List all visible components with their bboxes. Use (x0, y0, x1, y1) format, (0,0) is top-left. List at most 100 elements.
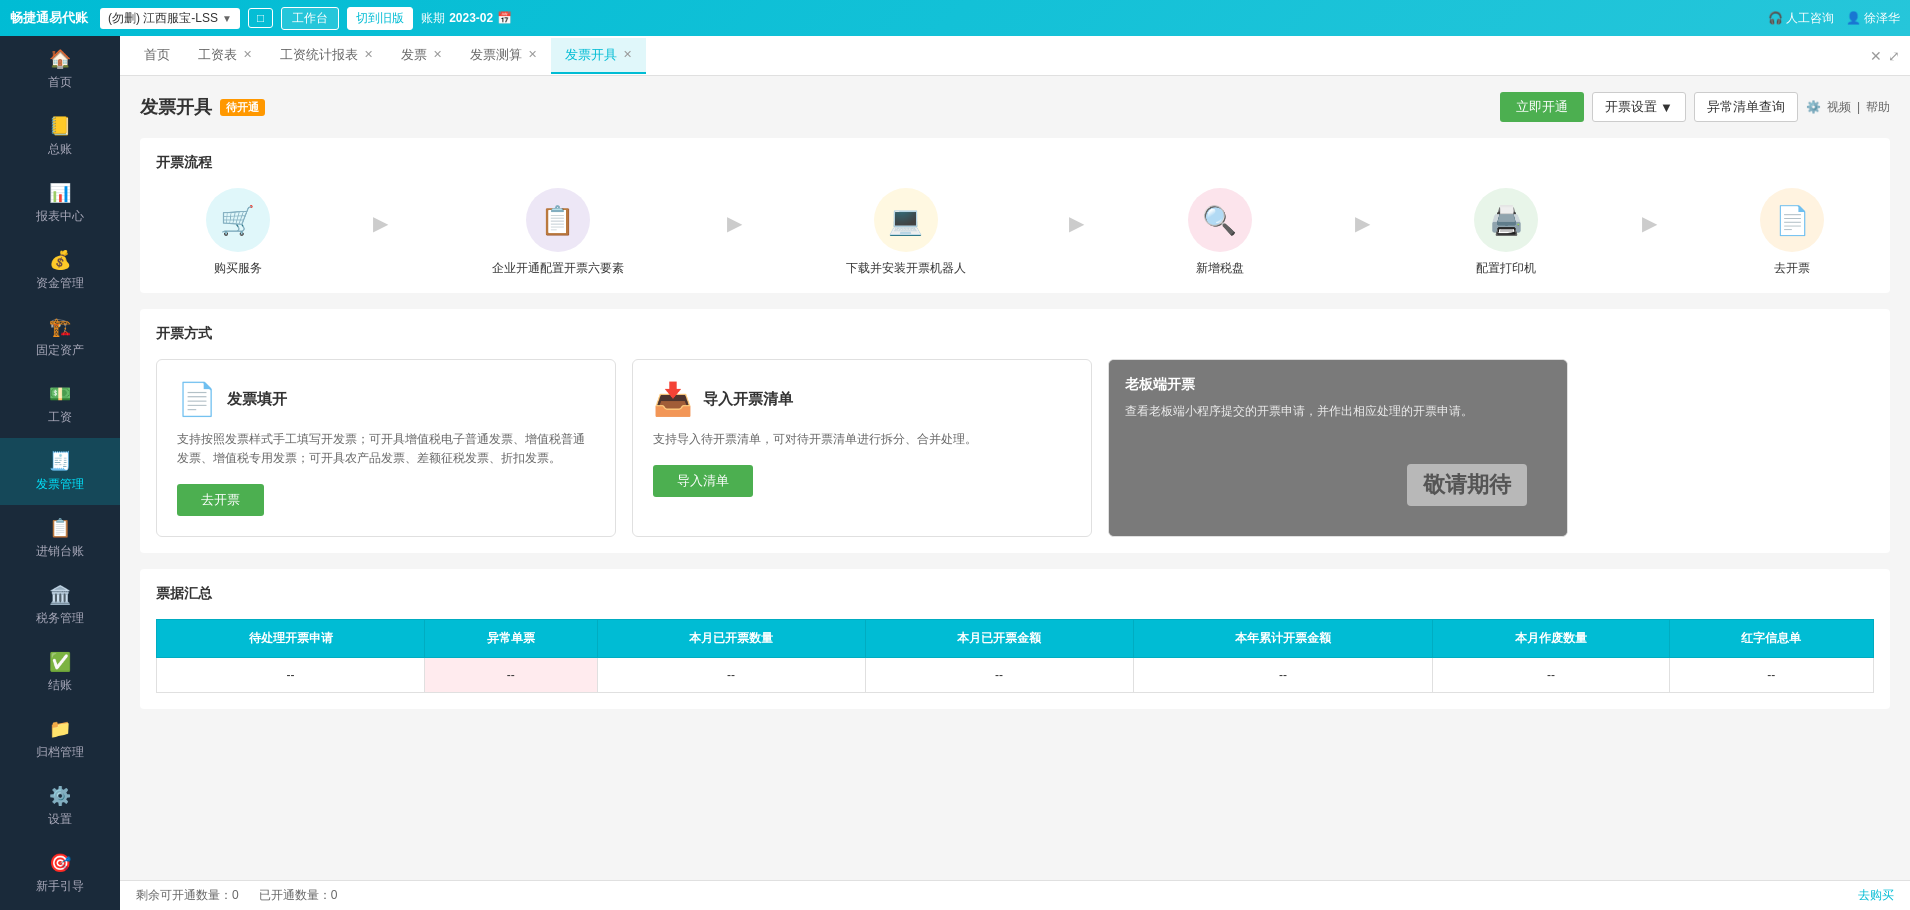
process-label-3: 下载并安装开票机器人 (846, 260, 966, 277)
method-card-1-header: 📄 发票填开 (177, 380, 595, 418)
tab-payroll[interactable]: 工资表 ✕ (184, 38, 266, 74)
layout: 🏠 首页 📒 总账 📊 报表中心 💰 资金管理 🏗️ 固定资产 💵 工资 🧾 发… (0, 36, 1910, 910)
summary-row: -- -- -- -- -- -- -- (157, 658, 1874, 693)
col-void-count: 本月作废数量 (1433, 620, 1669, 658)
sidebar-item-settings[interactable]: ⚙️ 设置 (0, 773, 120, 840)
sidebar-item-guide[interactable]: 🎯 新手引导 (0, 840, 120, 907)
user-avatar[interactable]: 👤 徐泽华 (1846, 10, 1900, 27)
sidebar-item-funds[interactable]: 💰 资金管理 (0, 237, 120, 304)
process-step-4[interactable]: 🔍 新增税盘 (1188, 188, 1252, 277)
method-card-old-terminal: 老板端开票 查看老板端小程序提交的开票申请，并作出相应处理的开票申请。 敬请期待 (1108, 359, 1568, 537)
tab-bar-controls: ✕ ⤢ (1870, 48, 1900, 64)
sidebar-item-sales[interactable]: 📋 进销台账 (0, 505, 120, 572)
period-icon[interactable]: 📅 (497, 11, 512, 25)
tab-close-invoice-open[interactable]: ✕ (623, 48, 632, 61)
col-month-amount: 本月已开票金额 (865, 620, 1133, 658)
avatar-icon: 👤 (1846, 11, 1861, 25)
header-actions: 立即开通 开票设置 ▼ 异常清单查询 ⚙️ 视频 | 帮助 (1500, 92, 1890, 122)
sidebar-item-label: 新手引导 (36, 878, 84, 895)
sidebar-item-label: 归档管理 (36, 744, 84, 761)
go-invoice-button[interactable]: 去开票 (177, 484, 264, 516)
tax-icon: 🏛️ (49, 584, 71, 606)
summary-table: 待处理开票申请 异常单票 本月已开票数量 本月已开票金额 本年累计开票金额 本月… (156, 619, 1874, 693)
immediate-open-button[interactable]: 立即开通 (1500, 92, 1584, 122)
process-step-2[interactable]: 📋 企业开通配置开票六要素 (492, 188, 624, 277)
process-step-3[interactable]: 💻 下载并安装开票机器人 (846, 188, 966, 277)
sidebar-item-label: 资金管理 (36, 275, 84, 292)
val-month-count: -- (597, 658, 865, 693)
tab-invoice-calc[interactable]: 发票测算 ✕ (456, 38, 551, 74)
process-step-1[interactable]: 🛒 购买服务 (206, 188, 270, 277)
process-label-2: 企业开通配置开票六要素 (492, 260, 624, 277)
help-view-label[interactable]: 视频 (1827, 99, 1851, 116)
header-help: ⚙️ 视频 | 帮助 (1806, 99, 1890, 116)
company-name: (勿删) 江西服宝-LSS (108, 10, 218, 27)
sidebar-item-payroll[interactable]: 💵 工资 (0, 371, 120, 438)
tab-close-invoice-calc[interactable]: ✕ (528, 48, 537, 61)
method-card-1-title: 发票填开 (227, 390, 287, 409)
invoice-icon: 🧾 (49, 450, 71, 472)
old-terminal-desc: 查看老板端小程序提交的开票申请，并作出相应处理的开票申请。 (1125, 402, 1551, 420)
copy-button[interactable]: □ (248, 8, 273, 28)
method-section-title: 开票方式 (156, 325, 1874, 343)
sidebar-item-assets[interactable]: 🏗️ 固定资产 (0, 304, 120, 371)
help-label[interactable]: 帮助 (1866, 99, 1890, 116)
col-year-amount: 本年累计开票金额 (1133, 620, 1433, 658)
tab-home[interactable]: 首页 (130, 38, 184, 74)
sidebar-item-reports[interactable]: 📊 报表中心 (0, 170, 120, 237)
process-step-6[interactable]: 📄 去开票 (1760, 188, 1824, 277)
top-bar-right: 🎧 人工咨询 👤 徐泽华 (1768, 10, 1900, 27)
page-header: 发票开具 待开通 立即开通 开票设置 ▼ 异常清单查询 ⚙️ 视频 | 帮助 (140, 92, 1890, 122)
sidebar-item-label: 固定资产 (36, 342, 84, 359)
process-icon-5: 🖨️ (1474, 188, 1538, 252)
tab-payroll-stats[interactable]: 工资统计报表 ✕ (266, 38, 387, 74)
ticket-settings-button[interactable]: 开票设置 ▼ (1592, 92, 1686, 122)
sidebar-item-invoice[interactable]: 🧾 发票管理 (0, 438, 120, 505)
page-title: 发票开具 (140, 95, 212, 119)
switch-old-button[interactable]: 切到旧版 (347, 7, 413, 30)
tab-close-invoice[interactable]: ✕ (433, 48, 442, 61)
settings-icon: ⚙️ (49, 785, 71, 807)
company-arrow-icon: ▼ (222, 13, 232, 24)
old-terminal-title: 老板端开票 (1125, 376, 1551, 394)
sidebar-item-label: 设置 (48, 811, 72, 828)
ai-consult-button[interactable]: 🎧 人工咨询 (1768, 10, 1834, 27)
old-terminal-overlay: 老板端开票 查看老板端小程序提交的开票申请，并作出相应处理的开票申请。 (1109, 360, 1567, 536)
arrow-icon-5: ▶ (1642, 211, 1657, 255)
sidebar-item-closing[interactable]: ✅ 结账 (0, 639, 120, 706)
sidebar-item-tax[interactable]: 🏛️ 税务管理 (0, 572, 120, 639)
sidebar-item-ledger[interactable]: 📒 总账 (0, 103, 120, 170)
method-card-manual: 📄 发票填开 支持按照发票样式手工填写开发票；可开具增值税电子普通发票、增值税普… (156, 359, 616, 537)
method-card-2-header: 📥 导入开票清单 (653, 380, 1071, 418)
buy-link[interactable]: 去购买 (1858, 887, 1894, 904)
payroll-icon: 💵 (49, 383, 71, 405)
import-list-button[interactable]: 导入清单 (653, 465, 753, 497)
arrow-icon-4: ▶ (1355, 211, 1370, 255)
tab-invoice-open[interactable]: 发票开具 ✕ (551, 38, 646, 74)
method-card-import: 📥 导入开票清单 支持导入待开票清单，可对待开票清单进行拆分、合并处理。 导入清… (632, 359, 1092, 537)
sidebar-item-label: 首页 (48, 74, 72, 91)
val-red-info: -- (1669, 658, 1873, 693)
company-selector[interactable]: (勿删) 江西服宝-LSS ▼ (100, 8, 240, 29)
workspace-button[interactable]: 工作台 (281, 7, 339, 30)
arrow-icon-3: ▶ (1069, 211, 1084, 255)
abnormal-query-button[interactable]: 异常清单查询 (1694, 92, 1798, 122)
sales-icon: 📋 (49, 517, 71, 539)
tab-close-all-icon[interactable]: ✕ (1870, 48, 1882, 64)
tab-invoice[interactable]: 发票 ✕ (387, 38, 456, 74)
tab-close-payroll[interactable]: ✕ (243, 48, 252, 61)
sidebar-item-home[interactable]: 🏠 首页 (0, 36, 120, 103)
tab-bar: 首页 工资表 ✕ 工资统计报表 ✕ 发票 ✕ 发票测算 ✕ 发票开具 ✕ (120, 36, 1910, 76)
tab-close-payroll-stats[interactable]: ✕ (364, 48, 373, 61)
val-abnormal: -- (425, 658, 597, 693)
process-step-5[interactable]: 🖨️ 配置打印机 (1474, 188, 1538, 277)
ledger-icon: 📒 (49, 115, 71, 137)
summary-section: 票据汇总 待处理开票申请 异常单票 本月已开票数量 本月已开票金额 本年累计开票… (140, 569, 1890, 709)
summary-section-title: 票据汇总 (156, 585, 1874, 603)
closing-icon: ✅ (49, 651, 71, 673)
reports-icon: 📊 (49, 182, 71, 204)
tab-restore-icon[interactable]: ⤢ (1888, 48, 1900, 64)
col-month-count: 本月已开票数量 (597, 620, 865, 658)
process-icon-3: 💻 (874, 188, 938, 252)
sidebar-item-archive[interactable]: 📁 归档管理 (0, 706, 120, 773)
